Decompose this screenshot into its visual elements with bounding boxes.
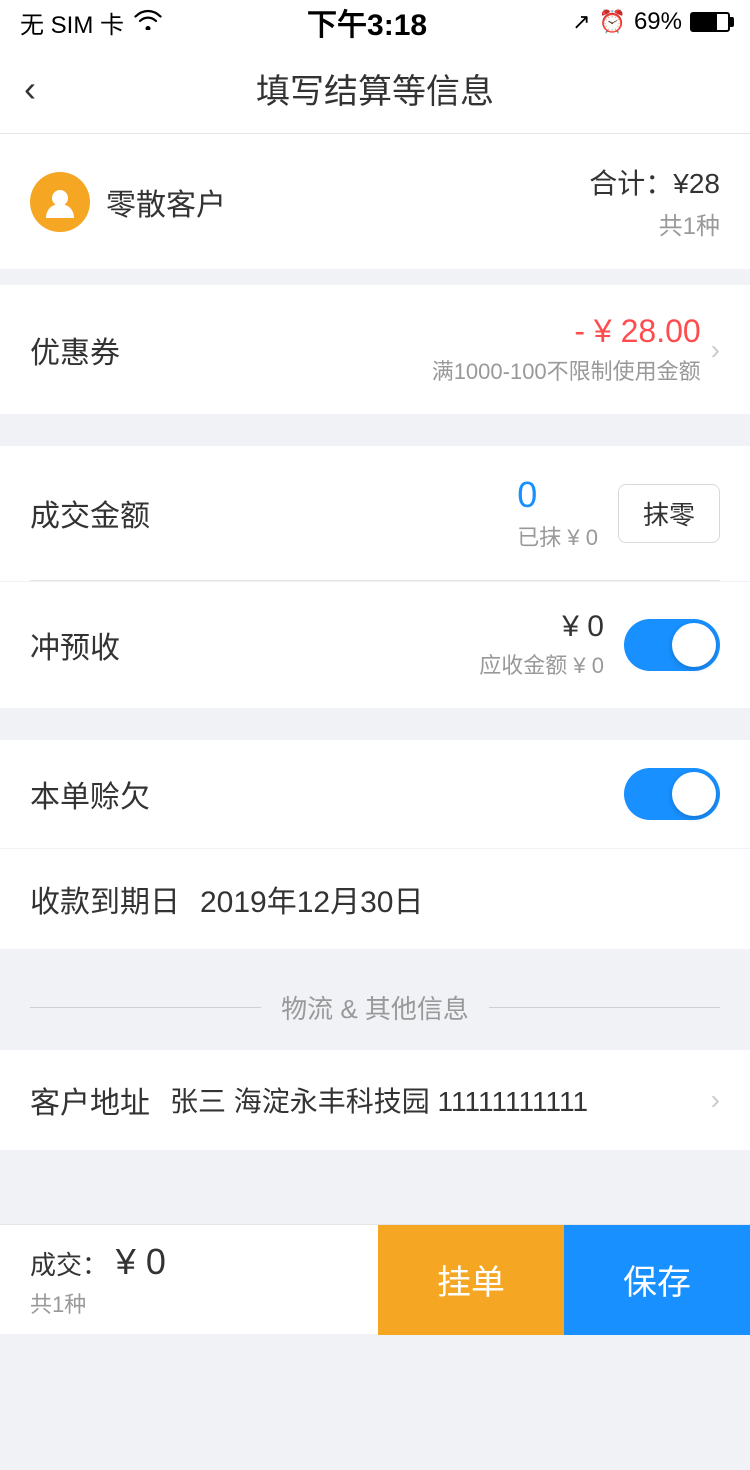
address-label: 客户地址 (30, 1078, 150, 1122)
page-header: ‹ 填写结算等信息 (0, 44, 750, 134)
transaction-sub-text: 已抹 ¥ 0 (517, 520, 598, 552)
logistics-line-left (30, 1007, 261, 1008)
customer-info-left: 零散客户 (30, 172, 226, 232)
transaction-label: 成交金额 (30, 491, 150, 535)
bottom-info: 成交： ¥ 0 共1种 (0, 1241, 378, 1319)
battery-icon (690, 12, 730, 32)
status-bar: 无 SIM 卡 下午3:18 ↗ ⏰ 69% (0, 0, 750, 44)
save-button[interactable]: 保存 (564, 1225, 750, 1335)
transaction-row: 成交金额 0 已抹 ¥ 0 抹零 (0, 446, 750, 580)
status-time: 下午3:18 (307, 0, 427, 44)
customer-row: 零散客户 合计：¥28 共1种 (0, 134, 750, 269)
back-button[interactable]: ‹ (24, 68, 36, 110)
pre-receive-row: 冲预收 ¥ 0 应收金额 ¥ 0 (0, 581, 750, 708)
total-count: 共1种 (589, 206, 720, 241)
coupon-row[interactable]: 优惠券 - ¥ 28.00 满1000-100不限制使用金额 › (0, 285, 750, 414)
pre-amount-value: ¥ 0 (479, 610, 604, 644)
section-separator-2 (0, 708, 750, 724)
round-off-button[interactable]: 抹零 (618, 484, 720, 543)
address-value: 张三 海淀永丰科技园 11111111111 (150, 1080, 711, 1120)
pre-amount-sub: 应收金额 ¥ 0 (479, 648, 604, 680)
address-section: 客户地址 张三 海淀永丰科技园 11111111111 › (0, 1050, 750, 1150)
section-separator-3 (0, 949, 750, 965)
battery-percentage: 69% (634, 8, 682, 36)
coupon-info: - ¥ 28.00 满1000-100不限制使用金额 (432, 313, 701, 386)
pre-amount-info: ¥ 0 应收金额 ¥ 0 (479, 610, 604, 680)
due-date-value: 2019年12月30日 (200, 877, 423, 921)
pre-receive-right: ¥ 0 应收金额 ¥ 0 (479, 610, 720, 680)
logistics-line-right (489, 1007, 720, 1008)
carrier-label: 无 SIM 卡 (20, 5, 124, 40)
section-separator-1 (0, 430, 750, 446)
wifi-icon (134, 8, 162, 37)
address-row[interactable]: 客户地址 张三 海淀永丰科技园 11111111111 › (0, 1050, 750, 1150)
credit-toggle[interactable] (624, 768, 720, 820)
page-title: 填写结算等信息 (256, 64, 494, 113)
total-amount: 合计：¥28 (589, 162, 720, 202)
pre-receive-label: 冲预收 (30, 623, 120, 667)
credit-toggle-knob (672, 772, 716, 816)
coupon-amount: - ¥ 28.00 (432, 313, 701, 350)
credit-section: 本单赊欠 收款到期日 2019年12月30日 (0, 740, 750, 949)
chevron-right-icon: › (711, 334, 720, 366)
avatar (30, 172, 90, 232)
bottom-count: 共1种 (30, 1287, 348, 1319)
alarm-icon: ⏰ (599, 9, 626, 35)
credit-label: 本单赊欠 (30, 772, 150, 816)
due-date-row: 收款到期日 2019年12月30日 (0, 848, 750, 949)
coupon-desc: 满1000-100不限制使用金额 (432, 354, 701, 386)
pending-button[interactable]: 挂单 (378, 1225, 564, 1335)
pre-receive-toggle[interactable] (624, 619, 720, 671)
bottom-deal-amount: ¥ 0 (116, 1241, 166, 1282)
logistics-title: 物流 & 其他信息 (261, 989, 489, 1026)
transaction-amount: 0 (517, 474, 537, 515)
bottom-deal-label: 成交： (30, 1250, 108, 1280)
status-left: 无 SIM 卡 (20, 5, 162, 40)
bottom-deal-line: 成交： ¥ 0 (30, 1241, 348, 1283)
logistics-header: 物流 & 其他信息 (0, 965, 750, 1050)
status-right: ↗ ⏰ 69% (572, 8, 730, 36)
coupon-right: - ¥ 28.00 满1000-100不限制使用金额 › (432, 313, 720, 386)
bottom-bar: 成交： ¥ 0 共1种 挂单 保存 (0, 1224, 750, 1334)
coupon-label: 优惠券 (30, 328, 120, 372)
toggle-knob (672, 623, 716, 667)
transaction-section: 成交金额 0 已抹 ¥ 0 抹零 冲预收 ¥ 0 应收金额 ¥ 0 (0, 446, 750, 708)
address-chevron-icon: › (711, 1084, 720, 1116)
due-date-label: 收款到期日 (30, 877, 180, 921)
customer-name: 零散客户 (106, 180, 226, 224)
customer-total: 合计：¥28 共1种 (589, 162, 720, 241)
customer-section: 零散客户 合计：¥28 共1种 (0, 134, 750, 269)
transaction-right: 0 已抹 ¥ 0 抹零 (517, 474, 720, 552)
location-icon: ↗ (572, 9, 590, 35)
credit-row: 本单赊欠 (0, 740, 750, 848)
